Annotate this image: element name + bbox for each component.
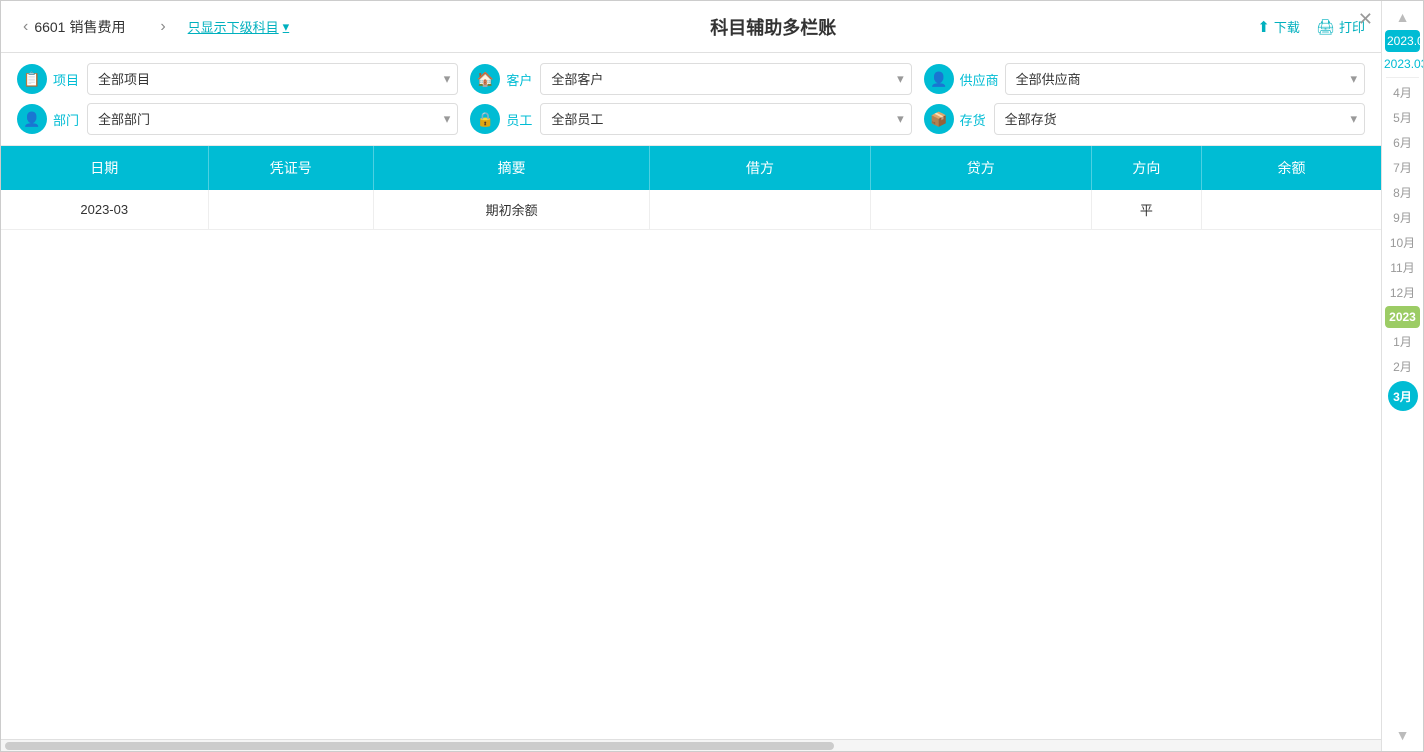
table-body: 2023-03 期初余额 平 (1, 190, 1381, 230)
filter-project: 📋 项目 全部项目 (17, 63, 458, 95)
cell-debit (650, 190, 871, 230)
sidebar-month-2023-03-second[interactable]: 2023.03 (1382, 53, 1423, 75)
sidebar-month-9[interactable]: 9月 (1382, 205, 1423, 230)
cell-credit (870, 190, 1091, 230)
sidebar-down-button[interactable]: ▼ (1388, 723, 1418, 747)
page-title: 科目辅助多栏账 (289, 14, 1257, 40)
filter-department: 👤 部门 全部部门 (17, 103, 458, 135)
download-button[interactable]: ⬆ 下载 (1257, 17, 1300, 36)
inventory-icon: 📦 (924, 104, 954, 134)
sidebar-month-2023-03-top[interactable]: 2023.03 (1385, 30, 1420, 52)
filter-inventory: 📦 存货 全部存货 (924, 103, 1365, 135)
filter-label: 只显示下级科目 (188, 17, 279, 36)
sidebar-month-2[interactable]: 2月 (1382, 354, 1423, 379)
employee-label: 员工 (506, 110, 534, 129)
filter-row-2: 👤 部门 全部部门 🔒 员工 全部员工 (17, 103, 1365, 135)
sidebar-month-8[interactable]: 8月 (1382, 180, 1423, 205)
sidebar-month-3-active[interactable]: 3月 (1388, 381, 1418, 411)
customer-select-wrapper: 全部客户 (540, 63, 911, 95)
filter-employee: 🔒 员工 全部员工 (470, 103, 911, 135)
cell-summary: 期初余额 (374, 190, 650, 230)
ledger-table: 日期 凭证号 摘要 借方 贷方 方向 余额 2023-03 期初余额 (1, 146, 1381, 230)
top-bar: ‹ 6601 销售费用 › 只显示下级科目 ▾ 科目辅助多栏账 ⬆ 下载 🖨 打… (1, 1, 1381, 53)
customer-label: 客户 (506, 70, 534, 89)
sidebar-month-1[interactable]: 1月 (1382, 329, 1423, 354)
filter-supplier: 👤 供应商 全部供应商 (924, 63, 1365, 95)
inventory-select[interactable]: 全部存货 (994, 103, 1365, 135)
project-select-wrapper: 全部项目 (87, 63, 458, 95)
project-label: 项目 (53, 70, 81, 89)
supplier-select-wrapper: 全部供应商 (1005, 63, 1365, 95)
sidebar-month-4[interactable]: 4月 (1382, 80, 1423, 105)
table-header-row: 日期 凭证号 摘要 借方 贷方 方向 余额 (1, 146, 1381, 190)
supplier-label: 供应商 (960, 70, 999, 89)
account-code-display: 6601 销售费用 (34, 17, 154, 37)
col-direction: 方向 (1091, 146, 1201, 190)
prev-account-button[interactable]: ‹ (17, 16, 34, 38)
cell-voucher (208, 190, 374, 230)
filter-customer: 🏠 客户 全部客户 (470, 63, 911, 95)
sidebar-month-10[interactable]: 10月 (1382, 230, 1423, 255)
cell-balance (1202, 190, 1381, 230)
employee-icon: 🔒 (470, 104, 500, 134)
divider-1 (1386, 77, 1419, 78)
supplier-select[interactable]: 全部供应商 (1005, 63, 1365, 95)
sidebar-month-6[interactable]: 6月 (1382, 130, 1423, 155)
table-container: 日期 凭证号 摘要 借方 贷方 方向 余额 2023-03 期初余额 (1, 146, 1381, 751)
sidebar-month-11[interactable]: 11月 (1382, 255, 1423, 280)
download-label: 下载 (1274, 17, 1300, 36)
bottom-scrollbar[interactable] (1, 739, 1383, 751)
show-sub-filter-button[interactable]: 只显示下级科目 ▾ (188, 17, 290, 36)
department-label: 部门 (53, 110, 81, 129)
cell-date: 2023-03 (1, 190, 208, 230)
next-account-button[interactable]: › (154, 16, 171, 38)
filter-area: 📋 项目 全部项目 🏠 客户 全部客户 (1, 53, 1381, 146)
department-select[interactable]: 全部部门 (87, 103, 458, 135)
department-select-wrapper: 全部部门 (87, 103, 458, 135)
sidebar-month-5[interactable]: 5月 (1382, 105, 1423, 130)
account-code: 6601 (34, 19, 65, 35)
scrollbar-thumb (5, 742, 834, 750)
col-debit: 借方 (650, 146, 871, 190)
employee-select[interactable]: 全部员工 (540, 103, 911, 135)
top-actions: ⬆ 下载 🖨 打印 (1257, 17, 1365, 36)
employee-select-wrapper: 全部员工 (540, 103, 911, 135)
customer-icon: 🏠 (470, 64, 500, 94)
sidebar-up-button[interactable]: ▲ (1388, 5, 1418, 29)
department-icon: 👤 (17, 104, 47, 134)
sidebar-year-badge[interactable]: 2023 (1385, 306, 1420, 328)
project-icon: 📋 (17, 64, 47, 94)
col-date: 日期 (1, 146, 208, 190)
col-summary: 摘要 (374, 146, 650, 190)
project-select[interactable]: 全部项目 (87, 63, 458, 95)
account-name: 销售费用 (69, 17, 125, 37)
supplier-icon: 👤 (924, 64, 954, 94)
col-balance: 余额 (1202, 146, 1381, 190)
filter-row-1: 📋 项目 全部项目 🏠 客户 全部客户 (17, 63, 1365, 95)
right-sidebar: ▲ 2023.03 2023.03 4月 5月 6月 7月 8月 9月 10月 … (1381, 1, 1423, 751)
sidebar-month-7[interactable]: 7月 (1382, 155, 1423, 180)
inventory-label: 存货 (960, 110, 988, 129)
inventory-select-wrapper: 全部存货 (994, 103, 1365, 135)
table-row: 2023-03 期初余额 平 (1, 190, 1381, 230)
col-voucher: 凭证号 (208, 146, 374, 190)
cell-direction: 平 (1091, 190, 1201, 230)
col-credit: 贷方 (870, 146, 1091, 190)
sidebar-month-12[interactable]: 12月 (1382, 280, 1423, 305)
close-button[interactable]: ✕ (1358, 9, 1373, 30)
customer-select[interactable]: 全部客户 (540, 63, 911, 95)
download-icon: ⬆ (1257, 18, 1270, 36)
print-icon: 🖨 (1316, 18, 1335, 36)
